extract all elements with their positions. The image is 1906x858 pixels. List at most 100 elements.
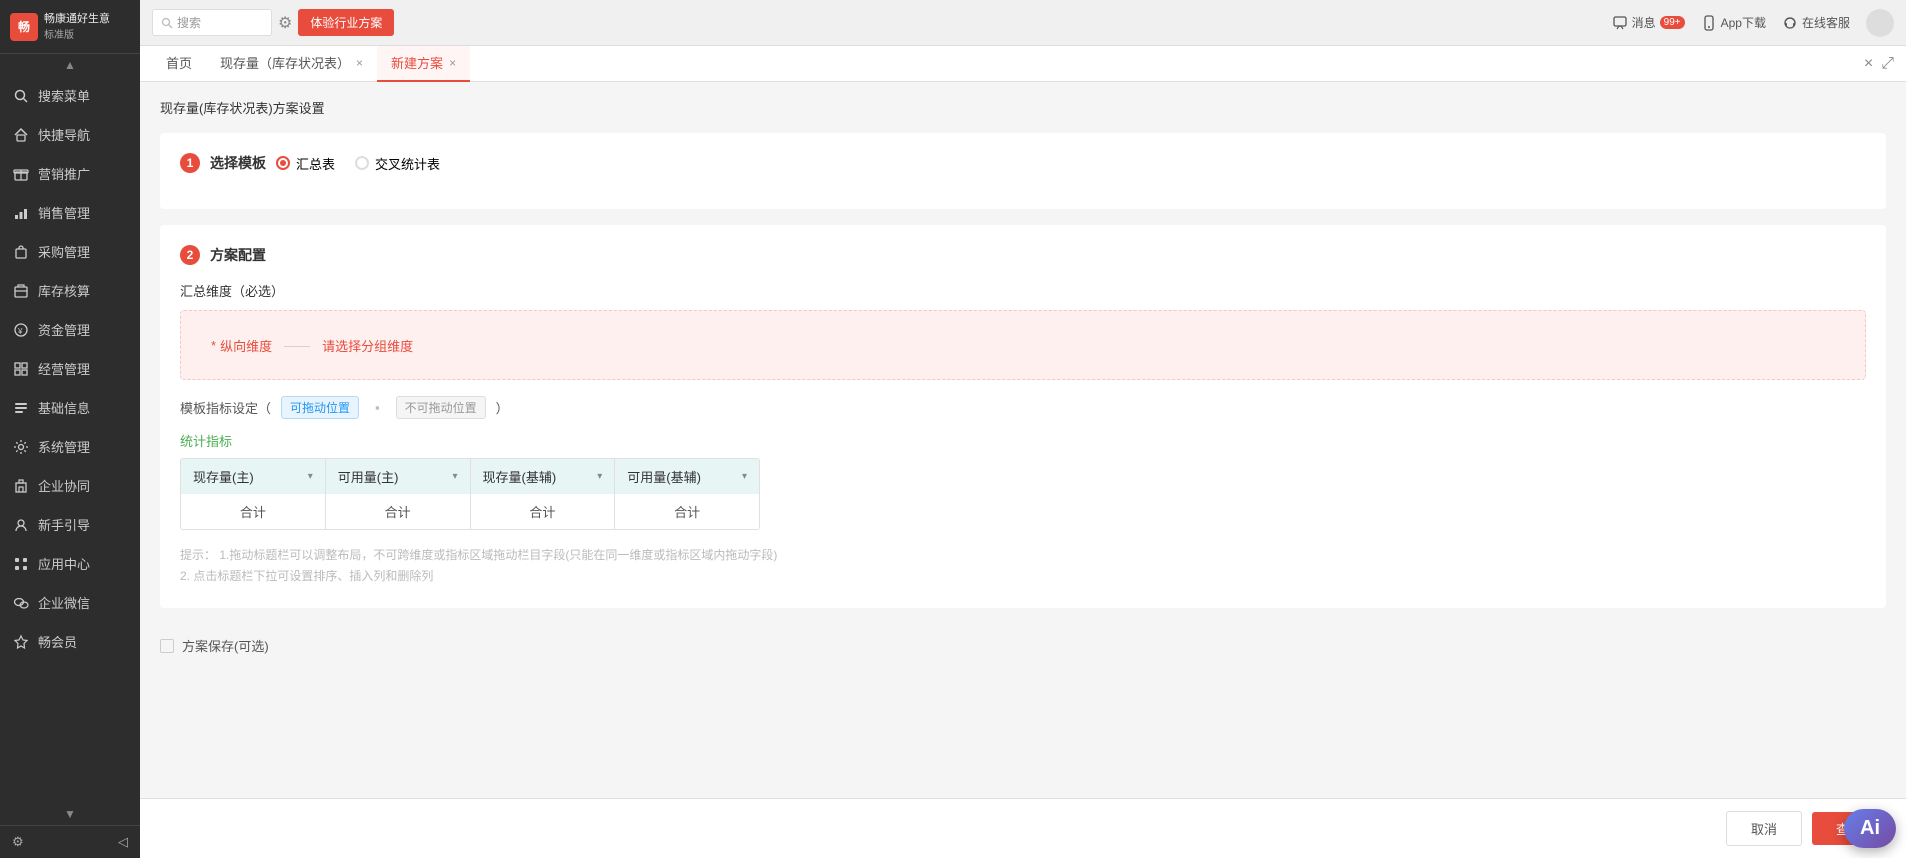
sidebar-item-label: 应用中心 <box>38 554 90 573</box>
stats-section: 统计指标 现存量(主) ▾ 可用量(主) ▾ 现存量(基辅) <box>180 431 1866 530</box>
step1-number: 1 <box>180 153 200 173</box>
sidebar-item-enterprise[interactable]: 企业协同 <box>0 466 140 505</box>
sidebar-item-label: 经营管理 <box>38 359 90 378</box>
sidebar-sound-icon[interactable]: ◁ <box>118 834 128 850</box>
tab-close-all-icon[interactable]: × <box>1864 55 1873 73</box>
search-menu-icon <box>12 87 30 105</box>
search-icon <box>161 17 173 29</box>
online-service-label: 在线客服 <box>1802 14 1850 31</box>
home-icon <box>12 126 30 144</box>
money-icon: ¥ <box>12 321 30 339</box>
app-icon <box>12 555 30 573</box>
sidebar-item-marketing[interactable]: 营销推广 <box>0 154 140 193</box>
sidebar-nav: 搜索菜单 快捷导航 营销推广 销售管理 采购管理 <box>0 76 140 803</box>
sidebar-item-sales[interactable]: 销售管理 <box>0 193 140 232</box>
stats-col-4-header[interactable]: 可用量(基辅) ▾ <box>615 459 759 494</box>
wechat-icon <box>12 594 30 612</box>
phone-icon <box>1701 15 1717 31</box>
stats-col-1-chevron[interactable]: ▾ <box>308 471 313 482</box>
sidebar-item-wechat[interactable]: 企业微信 <box>0 583 140 622</box>
radio-summary-circle <box>276 156 290 170</box>
save-plan-checkbox[interactable] <box>160 639 174 653</box>
sidebar-item-label: 搜索菜单 <box>38 86 90 105</box>
radio-summary-label: 汇总表 <box>296 154 335 173</box>
topbar-gear-icon[interactable]: ⚙ <box>278 13 292 33</box>
save-plan-label: 方案保存(可选) <box>182 636 269 655</box>
tab-expand-icon[interactable]: ⤢ <box>1881 55 1894 73</box>
sidebar-item-operations[interactable]: 经营管理 <box>0 349 140 388</box>
sidebar-item-quick-nav[interactable]: 快捷导航 <box>0 115 140 154</box>
sidebar-item-label: 销售管理 <box>38 203 90 222</box>
stats-col-4-label: 可用量(基辅) <box>627 467 701 486</box>
sidebar-item-search-menu[interactable]: 搜索菜单 <box>0 76 140 115</box>
industry-plan-button[interactable]: 体验行业方案 <box>298 9 394 36</box>
topbar: 搜索 ⚙ 体验行业方案 消息 99+ App下载 在线客服 <box>140 0 1906 46</box>
cancel-button[interactable]: 取消 <box>1726 811 1802 846</box>
stats-col-1-header[interactable]: 现存量(主) ▾ <box>181 459 326 494</box>
radio-summary[interactable]: 汇总表 <box>276 154 335 173</box>
sidebar-item-finance[interactable]: ¥ 资金管理 <box>0 310 140 349</box>
stats-col-3-label: 现存量(基辅) <box>483 467 557 486</box>
sidebar-scroll-down[interactable]: ▼ <box>0 803 140 825</box>
indicator-settings-label: 模板指标设定（ 可拖动位置 ▪ 不可拖动位置 ） <box>180 396 1866 419</box>
radio-cross[interactable]: 交叉统计表 <box>355 154 440 173</box>
stats-col-4-chevron[interactable]: ▾ <box>742 471 747 482</box>
step2-card: 2 方案配置 汇总维度（必选） * 纵向维度 —— 请选择分组维度 模板指标设定… <box>160 225 1886 608</box>
app-download-button[interactable]: App下载 <box>1701 14 1766 31</box>
sidebar-item-newbie[interactable]: 新手引导 <box>0 505 140 544</box>
sidebar-scroll-up[interactable]: ▲ <box>0 54 140 76</box>
sidebar-item-label: 库存核算 <box>38 281 90 300</box>
tab-right-icons: × ⤢ <box>1864 55 1894 73</box>
step2-number: 2 <box>180 245 200 265</box>
sidebar-item-member[interactable]: 畅会员 <box>0 622 140 661</box>
message-badge: 99+ <box>1660 16 1685 29</box>
sidebar-item-system[interactable]: 系统管理 <box>0 427 140 466</box>
topbar-right: 消息 99+ App下载 在线客服 <box>1612 9 1894 37</box>
dimension-vertical-label: 纵向维度 <box>220 336 272 355</box>
tip-2: 2. 点击标题栏下拉可设置排序、插入列和删除列 <box>180 567 1866 584</box>
sidebar-item-app-center[interactable]: 应用中心 <box>0 544 140 583</box>
guide-icon <box>12 516 30 534</box>
settings-icon <box>12 438 30 456</box>
indicator-label-sep: ▪ <box>375 400 380 415</box>
step1-header: 1 选择模板 汇总表 交叉统计表 <box>180 153 1866 173</box>
stats-col-2-chevron[interactable]: ▾ <box>452 471 457 482</box>
tab-new-plan-close[interactable]: × <box>449 56 456 70</box>
sidebar-item-basic-info[interactable]: 基础信息 <box>0 388 140 427</box>
main-area: 搜索 ⚙ 体验行业方案 消息 99+ App下载 在线客服 首页 <box>140 0 1906 858</box>
topbar-left: 搜索 ⚙ 体验行业方案 <box>152 9 1604 36</box>
step1-card: 1 选择模板 汇总表 交叉统计表 <box>160 133 1886 209</box>
footer: 取消 查询 <box>140 798 1906 858</box>
sidebar-item-purchase[interactable]: 采购管理 <box>0 232 140 271</box>
stats-col-2-header[interactable]: 可用量(主) ▾ <box>326 459 471 494</box>
stats-col-3-body: 合计 <box>471 494 616 529</box>
stats-col-1-label: 现存量(主) <box>193 467 254 486</box>
grid-icon <box>12 360 30 378</box>
tab-new-plan-label: 新建方案 <box>391 53 443 72</box>
app-download-label: App下载 <box>1721 14 1766 31</box>
user-avatar[interactable] <box>1866 9 1894 37</box>
sidebar-settings-icon[interactable]: ⚙ <box>12 834 24 850</box>
enterprise-icon <box>12 477 30 495</box>
stats-col-3-header[interactable]: 现存量(基辅) ▾ <box>471 459 616 494</box>
tab-home[interactable]: 首页 <box>152 46 206 82</box>
tab-inventory-status[interactable]: 现存量（库存状况表） × <box>206 46 377 82</box>
stats-header: 统计指标 <box>180 431 1866 450</box>
stats-col-3-chevron[interactable]: ▾ <box>597 471 602 482</box>
content-area: 现存量(库存状况表)方案设置 1 选择模板 汇总表 交叉统计表 <box>140 82 1906 798</box>
member-icon <box>12 633 30 651</box>
dimension-area[interactable]: * 纵向维度 —— 请选择分组维度 <box>180 310 1866 380</box>
ai-bubble-button[interactable]: Ai <box>1844 809 1896 848</box>
sidebar-item-label: 畅会员 <box>38 632 77 651</box>
radio-cross-label: 交叉统计表 <box>375 154 440 173</box>
topbar-search[interactable]: 搜索 <box>152 9 272 36</box>
tab-inventory-close[interactable]: × <box>356 56 363 70</box>
sidebar-item-inventory[interactable]: 库存核算 <box>0 271 140 310</box>
tab-new-plan[interactable]: 新建方案 × <box>377 46 470 82</box>
stats-table-header: 现存量(主) ▾ 可用量(主) ▾ 现存量(基辅) ▾ 可用量(基辅) <box>181 459 759 494</box>
message-button[interactable]: 消息 99+ <box>1612 14 1685 31</box>
svg-text:¥: ¥ <box>17 327 23 336</box>
sidebar-item-label: 企业微信 <box>38 593 90 612</box>
sidebar-item-label: 营销推广 <box>38 164 90 183</box>
online-service-button[interactable]: 在线客服 <box>1782 14 1850 31</box>
